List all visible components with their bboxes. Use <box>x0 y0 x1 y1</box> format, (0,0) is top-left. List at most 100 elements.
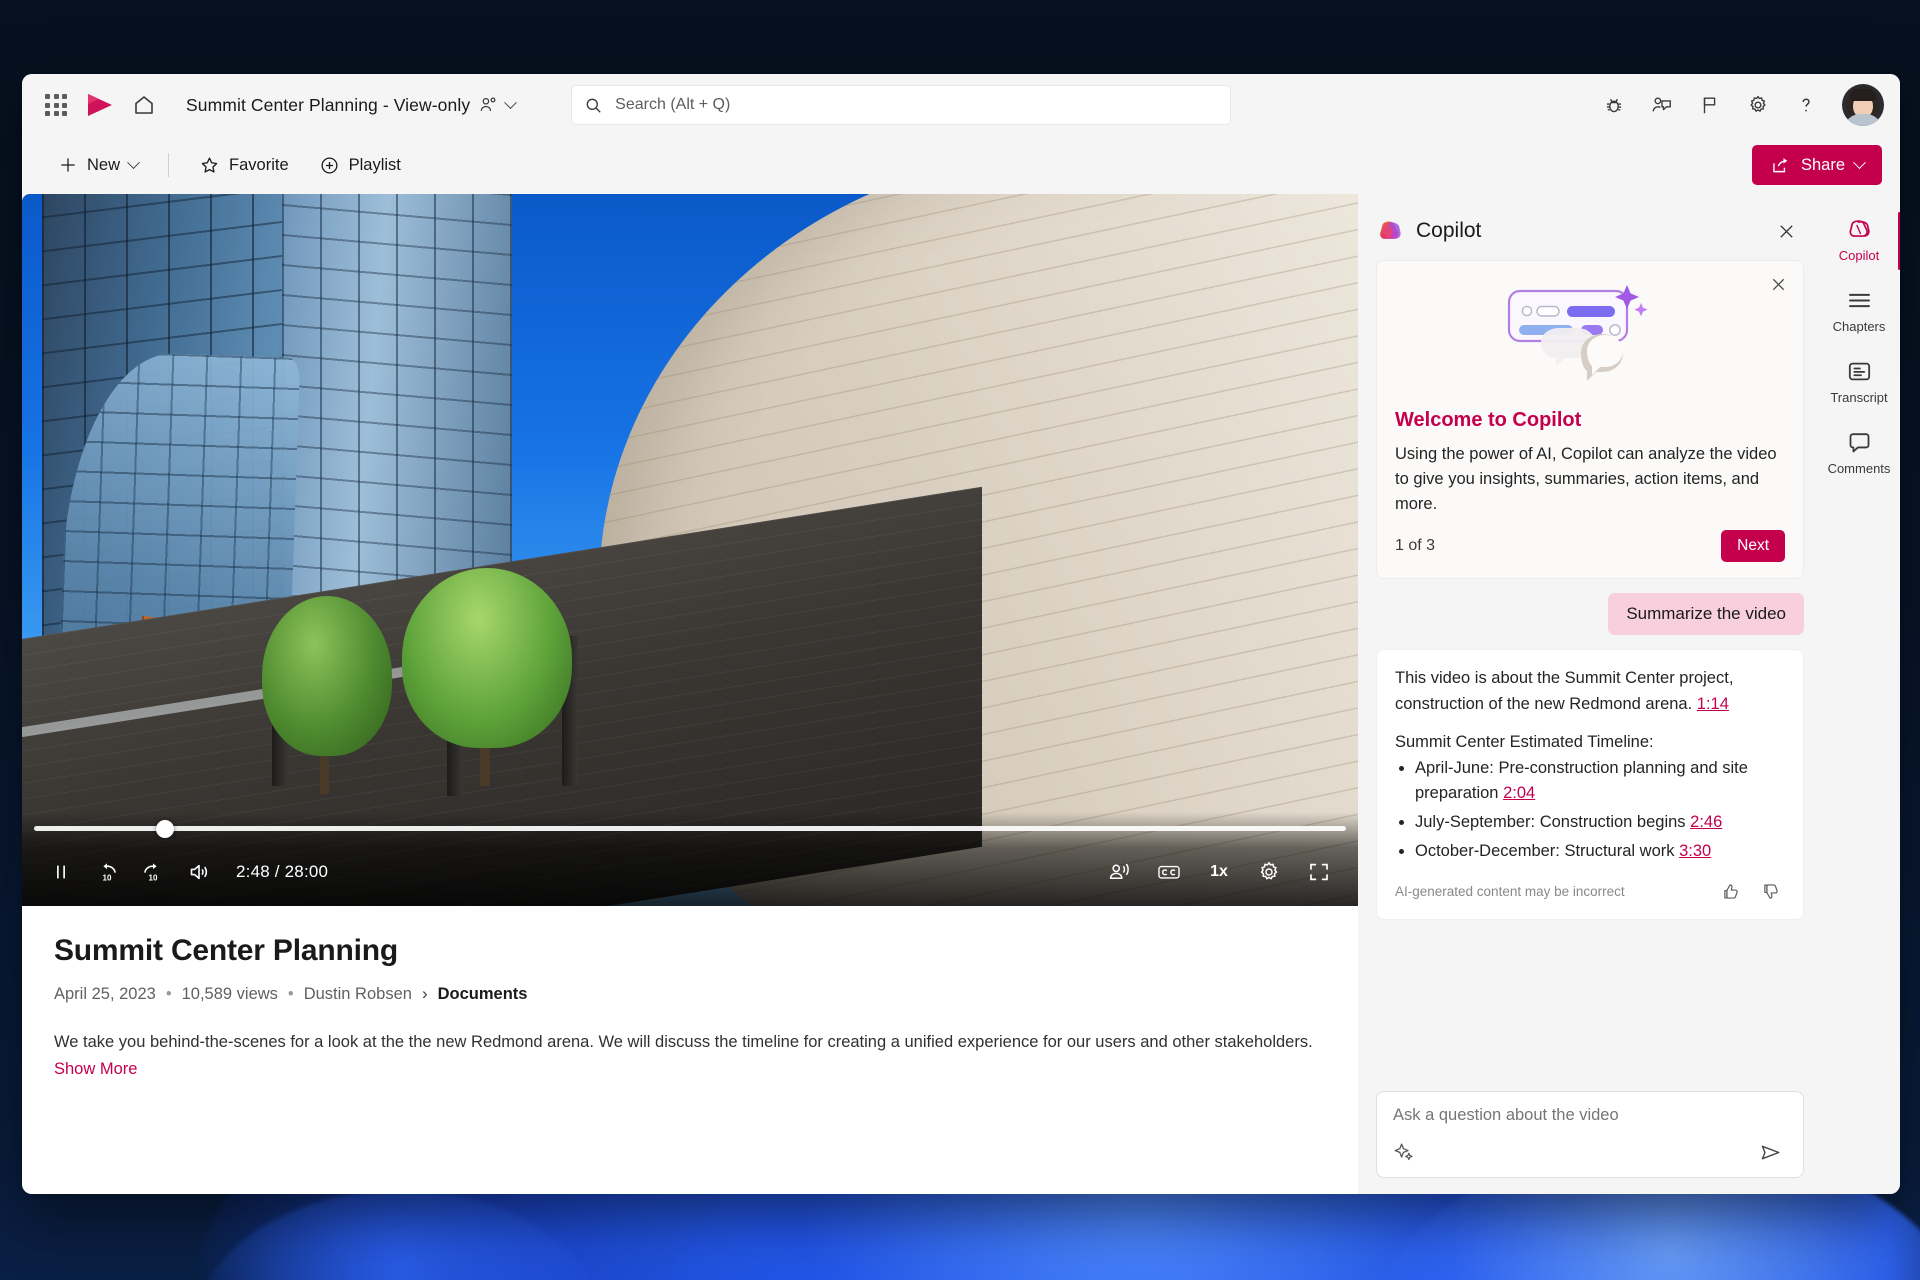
response-footer: AI-generated content may be incorrect <box>1395 877 1785 909</box>
chapters-icon <box>1848 293 1870 308</box>
fullscreen-button[interactable] <box>1298 853 1340 891</box>
home-button[interactable] <box>122 83 166 127</box>
closed-captions-icon <box>1158 865 1180 879</box>
noise-suppression-icon <box>1109 863 1129 880</box>
copilot-input-box[interactable] <box>1376 1091 1804 1178</box>
playlist-button-label: Playlist <box>348 155 401 174</box>
gear-icon[interactable] <box>1736 83 1780 127</box>
meta-separator: • <box>165 984 172 1003</box>
copilot-illustration <box>1395 281 1785 397</box>
svg-text:10: 10 <box>103 873 112 882</box>
volume-icon <box>190 864 208 880</box>
copilot-question-input[interactable] <box>1393 1106 1787 1125</box>
breadcrumb[interactable]: Documents <box>438 985 528 1004</box>
app-body: 10 10 2:48 / 28:00 1x Summit Center Plan… <box>22 194 1900 1194</box>
sidebar-item-transcript[interactable]: Transcript <box>1823 350 1895 411</box>
copilot-response-card: This video is about the Summit Center pr… <box>1376 649 1804 921</box>
progress-track <box>34 826 1346 831</box>
thumbs-down-icon[interactable] <box>1755 877 1785 905</box>
onboarding-title: Welcome to Copilot <box>1395 409 1582 431</box>
sidebar-item-label: Comments <box>1827 461 1891 476</box>
share-button[interactable]: Share <box>1751 145 1882 185</box>
avatar[interactable] <box>1842 84 1884 126</box>
search-input[interactable] <box>615 96 1219 114</box>
playlist-button[interactable]: Playlist <box>307 146 413 184</box>
list-item: October-December: Structural work 3:30 <box>1415 839 1785 864</box>
response-timeline-list: April-June: Pre-construction planning an… <box>1395 756 1785 863</box>
chevron-down-icon <box>127 155 140 169</box>
video-metadata: Summit Center Planning April 25, 2023 • … <box>22 906 1358 1079</box>
noise-suppression-button[interactable] <box>1098 853 1140 891</box>
progress-handle[interactable] <box>156 819 175 838</box>
player-settings-button[interactable] <box>1248 853 1290 891</box>
onboarding-dismiss-button[interactable] <box>1763 269 1793 299</box>
rewind-10-icon: 10 <box>103 863 116 882</box>
fullscreen-icon <box>1310 863 1328 881</box>
help-icon[interactable] <box>1784 83 1828 127</box>
show-more-link[interactable]: Show More <box>54 1060 137 1079</box>
feedback-buttons <box>1715 877 1785 905</box>
new-button[interactable]: New <box>46 146 150 184</box>
app-header: Summit Center Planning - View-only <box>22 74 1900 136</box>
response-intro: This video is about the Summit Center pr… <box>1395 666 1785 717</box>
list-item: July-September: Construction begins 2:46 <box>1415 810 1785 835</box>
copilot-onboarding-card: Welcome to Copilot Using the power of AI… <box>1376 260 1804 580</box>
share-button-label: Share <box>1800 155 1845 174</box>
waffle-icon <box>45 94 67 116</box>
document-title-button[interactable]: Summit Center Planning - View-only <box>176 89 525 122</box>
video-player[interactable]: 10 10 2:48 / 28:00 1x <box>22 194 1358 906</box>
stream-logo[interactable] <box>78 83 122 127</box>
response-list-heading: Summit Center Estimated Timeline: <box>1395 733 1654 752</box>
copilot-input-actions <box>1393 1137 1787 1167</box>
copilot-logo-icon <box>1380 221 1401 239</box>
list-item: April-June: Pre-construction planning an… <box>1415 756 1785 806</box>
timestamp-link[interactable]: 2:46 <box>1690 813 1722 831</box>
forward-10-button[interactable]: 10 <box>132 853 174 891</box>
search-icon <box>586 98 601 113</box>
gear-icon <box>1260 862 1278 880</box>
pause-icon <box>57 865 65 879</box>
command-bar-divider <box>168 153 170 177</box>
favorite-button[interactable]: Favorite <box>187 146 301 184</box>
closed-captions-button[interactable] <box>1148 853 1190 891</box>
copilot-close-button[interactable] <box>1768 213 1804 249</box>
pause-button[interactable] <box>40 853 82 891</box>
sidebar-item-copilot[interactable]: Copilot <box>1823 208 1900 270</box>
stream-app-window: Summit Center Planning - View-only Searc… <box>22 74 1900 1194</box>
rewind-10-button[interactable]: 10 <box>86 853 128 891</box>
feedback-icon[interactable] <box>1640 83 1684 127</box>
forward-10-icon: 10 <box>144 863 158 882</box>
onboarding-next-button[interactable]: Next <box>1721 530 1785 563</box>
document-title-text: Summit Center Planning - View-only <box>186 94 471 115</box>
response-intro-text: This video is about the Summit Center pr… <box>1395 669 1734 713</box>
close-icon <box>1779 224 1793 238</box>
comments-icon <box>1849 433 1869 453</box>
thumbs-up-icon[interactable] <box>1715 877 1745 905</box>
ai-disclaimer: AI-generated content may be incorrect <box>1395 883 1625 899</box>
list-item-text: April-June: Pre-construction planning an… <box>1415 759 1748 803</box>
video-description: We take you behind-the-scenes for a look… <box>54 1033 1313 1051</box>
timestamp-link[interactable]: 2:04 <box>1503 784 1535 802</box>
new-button-label: New <box>87 155 121 174</box>
timestamp-link[interactable]: 3:30 <box>1679 842 1711 860</box>
app-launcher-button[interactable] <box>34 83 78 127</box>
view-count: 10,589 views <box>181 984 278 1003</box>
progress-scrubber[interactable] <box>34 819 1346 838</box>
list-item-text: October-December: Structural work <box>1415 841 1675 860</box>
sparkle-icon[interactable] <box>1393 1141 1415 1163</box>
flag-icon[interactable] <box>1688 83 1732 127</box>
bug-icon[interactable] <box>1592 83 1636 127</box>
copilot-panel: Copilot Welcome to Copilot Using the pow… <box>1358 194 1818 1194</box>
volume-button[interactable] <box>178 853 220 891</box>
playback-speed-button[interactable]: 1x <box>1198 853 1240 891</box>
search-box[interactable] <box>571 85 1232 125</box>
chevron-down-icon <box>504 95 518 109</box>
owner-name[interactable]: Dustin Robsen <box>304 985 412 1004</box>
sidebar-item-chapters[interactable]: Chapters <box>1823 279 1895 340</box>
publish-date: April 25, 2023 <box>54 984 156 1003</box>
sidebar-item-comments[interactable]: Comments <box>1823 421 1895 482</box>
video-frame-tower-mid <box>282 194 512 625</box>
copilot-illustration-icon <box>1507 285 1648 381</box>
send-button[interactable] <box>1753 1137 1787 1167</box>
timestamp-link[interactable]: 1:14 <box>1697 695 1729 713</box>
